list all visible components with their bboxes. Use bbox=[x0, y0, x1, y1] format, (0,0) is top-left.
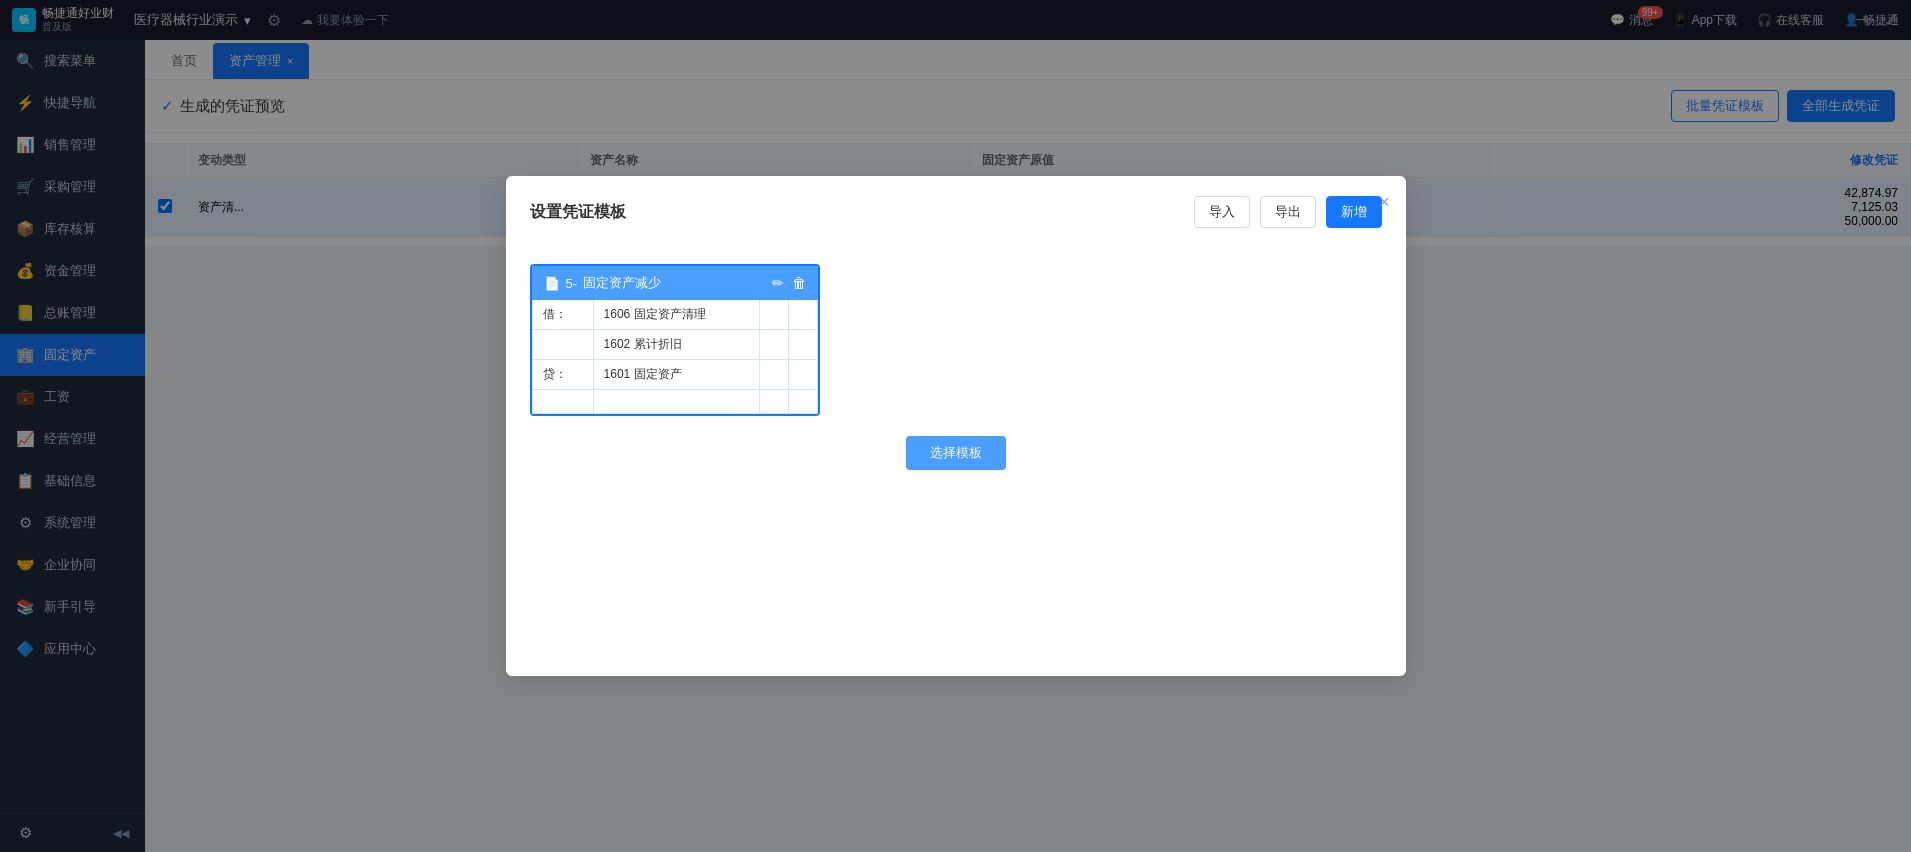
template-entries-table: 借： 1606 固定资产清理 1602 累计折旧 bbox=[532, 300, 818, 414]
modal-action-buttons: 导入 导出 新增 bbox=[1194, 196, 1382, 228]
template-empty-row bbox=[532, 390, 817, 414]
template-entry-row: 1602 累计折旧 bbox=[532, 330, 817, 360]
modal-dialog: 设置凭证模板 导入 导出 新增 × bbox=[506, 176, 1406, 676]
entry-debit-0 bbox=[760, 300, 788, 330]
content-area: 首页 资产管理 × — ⤢ ✓ 生成的凭证预览 bbox=[145, 40, 1911, 852]
page-content: ✓ 生成的凭证预览 批量凭证模板 全部生成凭证 变动类型 bbox=[145, 80, 1911, 852]
modal-close-button[interactable]: × bbox=[1379, 192, 1390, 213]
main-area: 🔍 搜索菜单 ⚡ 快捷导航 📊 销售管理 🛒 采购管理 📦 库存核算 bbox=[0, 40, 1911, 852]
entry-account-1: 1602 累计折旧 bbox=[593, 330, 760, 360]
modal-title: 设置凭证模板 bbox=[530, 202, 626, 223]
template-card-actions: ✏ 🗑 bbox=[772, 275, 806, 291]
template-card-body: 借： 1606 固定资产清理 1602 累计折旧 bbox=[532, 300, 818, 414]
template-id: 5- bbox=[566, 276, 578, 291]
template-card-title: 📄 5- 固定资产减少 bbox=[544, 274, 662, 292]
entry-account-0: 1606 固定资产清理 bbox=[593, 300, 760, 330]
template-card-header: 📄 5- 固定资产减少 ✏ 🗑 bbox=[532, 266, 818, 300]
template-card: 📄 5- 固定资产减少 ✏ 🗑 bbox=[530, 264, 820, 416]
entry-account-2: 1601 固定资产 bbox=[593, 360, 760, 390]
template-doc-icon: 📄 bbox=[544, 276, 560, 291]
export-button[interactable]: 导出 bbox=[1260, 196, 1316, 228]
template-name: 固定资产减少 bbox=[583, 274, 661, 292]
template-delete-icon[interactable]: 🗑 bbox=[792, 275, 806, 291]
entry-debit-1 bbox=[760, 330, 788, 360]
entry-direction-0: 借： bbox=[532, 300, 593, 330]
template-entry-row: 贷： 1601 固定资产 bbox=[532, 360, 817, 390]
app-container: 畅 畅捷通好业财 普及版 医疗器械行业演示 ▾ ⚙ ☁ 我要体验一下 💬 消息 … bbox=[0, 0, 1911, 852]
entry-direction-1 bbox=[532, 330, 593, 360]
modal-header: 设置凭证模板 导入 导出 新增 × bbox=[506, 176, 1406, 244]
entry-credit-1 bbox=[788, 330, 817, 360]
entry-direction-2: 贷： bbox=[532, 360, 593, 390]
create-button[interactable]: 新增 bbox=[1326, 196, 1382, 228]
template-edit-icon[interactable]: ✏ bbox=[772, 275, 784, 291]
entry-credit-2 bbox=[788, 360, 817, 390]
entry-debit-2 bbox=[760, 360, 788, 390]
entry-credit-0 bbox=[788, 300, 817, 330]
modal-body: 📄 5- 固定资产减少 ✏ 🗑 bbox=[506, 244, 1406, 490]
select-template-button[interactable]: 选择模板 bbox=[906, 436, 1006, 470]
modal-overlay: 设置凭证模板 导入 导出 新增 × bbox=[145, 80, 1911, 852]
import-button[interactable]: 导入 bbox=[1194, 196, 1250, 228]
template-entry-row: 借： 1606 固定资产清理 bbox=[532, 300, 817, 330]
